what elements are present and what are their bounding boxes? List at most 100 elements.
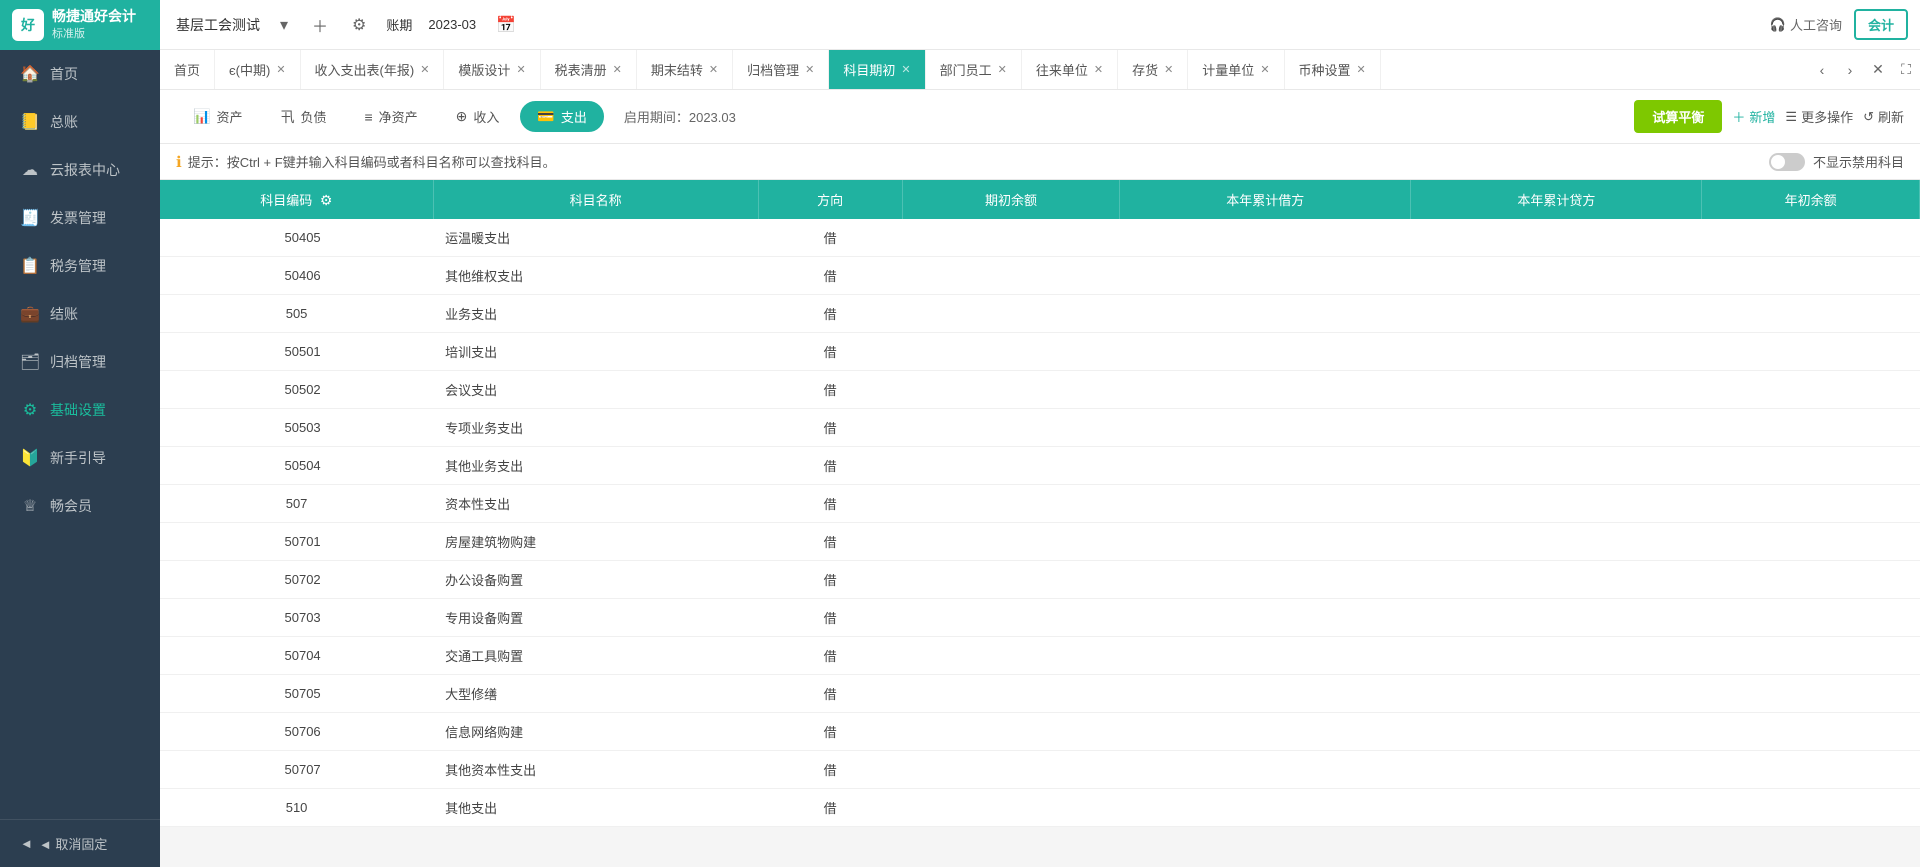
sidebar-item-home[interactable]: 🏠 首页 — [0, 50, 160, 98]
tab-inventory[interactable]: 存货 ✕ — [1118, 50, 1188, 90]
table-row[interactable]: 50706信息网络购建借 — [160, 713, 1920, 751]
sub-tab-liability-label: 负债 — [300, 107, 326, 126]
cell-ytd-debit — [1120, 219, 1411, 257]
tab-template[interactable]: 模版设计 ✕ — [444, 50, 540, 90]
table-row[interactable]: 50707其他资本性支出借 — [160, 751, 1920, 789]
company-dropdown-btn[interactable]: ▾ — [276, 11, 292, 39]
cell-code: 50705 — [160, 675, 433, 713]
tab-maximize-btn[interactable]: ⛶ — [1892, 50, 1920, 90]
settings-icon-btn[interactable]: ⚙ — [348, 11, 370, 39]
refresh-btn[interactable]: ↺ 刷新 — [1863, 107, 1904, 126]
sidebar-item-guide[interactable]: 🔰 新手引导 — [0, 434, 160, 482]
cell-ytd-credit — [1411, 447, 1702, 485]
tab-archive-mgmt-close[interactable]: ✕ — [805, 63, 814, 76]
tab-unit-close[interactable]: ✕ — [1260, 63, 1269, 76]
table-row[interactable]: 50702办公设备购置借 — [160, 561, 1920, 599]
table-row[interactable]: 50405运温暖支出借 — [160, 219, 1920, 257]
tab-close-all-btn[interactable]: ✕ — [1864, 50, 1892, 90]
cell-ytd-debit — [1120, 789, 1411, 827]
notice-bar: ℹ 提示：按Ctrl + F键并输入科目编码或者科目名称可以查找科目。 不显示禁… — [160, 144, 1920, 180]
cell-year-opening — [1702, 789, 1920, 827]
sub-tab-asset[interactable]: 📊 资产 — [176, 101, 259, 132]
table-container[interactable]: 科目编码 ⚙ 科目名称 方向 期初余额 本年累计借方 本年累计贷方 年初余额 5… — [160, 180, 1920, 867]
sub-tab-expense[interactable]: 💳 支出 — [520, 101, 603, 132]
cell-direction: 借 — [758, 257, 902, 295]
table-row[interactable]: 50502会议支出借 — [160, 371, 1920, 409]
tab-dept-close[interactable]: ✕ — [998, 63, 1007, 76]
sidebar-item-invoice[interactable]: 🧾 发票管理 — [0, 194, 160, 242]
add-btn[interactable]: ＋ 新增 — [1732, 107, 1775, 126]
cell-name: 专用设备购置 — [433, 599, 758, 637]
table-row[interactable]: 50406其他维权支出借 — [160, 257, 1920, 295]
sidebar-item-cloud-report[interactable]: ☁ 云报表中心 — [0, 146, 160, 194]
tab-inventory-close[interactable]: ✕ — [1164, 63, 1173, 76]
sidebar-item-ledger[interactable]: 📒 总账 — [0, 98, 160, 146]
table-row[interactable]: 50503专项业务支出借 — [160, 409, 1920, 447]
table-row[interactable]: 50504其他业务支出借 — [160, 447, 1920, 485]
tab-tax[interactable]: 税表清册 ✕ — [541, 50, 637, 90]
sidebar-item-archive[interactable]: 🗂 归档管理 — [0, 338, 160, 386]
sub-tab-liability[interactable]: 卂 负债 — [263, 101, 343, 133]
cell-ytd-credit — [1411, 257, 1702, 295]
cell-opening-balance — [902, 789, 1120, 827]
col-gear-icon[interactable]: ⚙ — [320, 192, 333, 208]
cell-opening-balance — [902, 637, 1120, 675]
tab-income-close[interactable]: ✕ — [420, 63, 429, 76]
tab-template-close[interactable]: ✕ — [516, 63, 525, 76]
cell-name: 房屋建筑物购建 — [433, 523, 758, 561]
tab-unit[interactable]: 计量单位 ✕ — [1188, 50, 1284, 90]
cell-ytd-credit — [1411, 561, 1702, 599]
tab-prev-btn[interactable]: ‹ — [1808, 50, 1836, 90]
customer-service-label: 人工咨询 — [1790, 15, 1842, 34]
table-row[interactable]: 50501培训支出借 — [160, 333, 1920, 371]
tab-subject-period[interactable]: 科目期初 ✕ — [829, 50, 925, 90]
sub-tab-net-asset[interactable]: ≡ 净资产 — [347, 101, 434, 132]
tab-contacts[interactable]: 往来单位 ✕ — [1022, 50, 1118, 90]
sidebar-item-member[interactable]: ♕ 畅会员 — [0, 482, 160, 530]
toggle-label: 不显示禁用科目 — [1813, 152, 1904, 171]
tab-currency[interactable]: 币种设置 ✕ — [1285, 50, 1381, 90]
table-row[interactable]: 50705大型修缮借 — [160, 675, 1920, 713]
account-btn[interactable]: 会计 — [1854, 9, 1908, 40]
tab-dept[interactable]: 部门员工 ✕ — [926, 50, 1022, 90]
sidebar-item-settings[interactable]: ⚙ 基础设置 — [0, 386, 160, 434]
table-row[interactable]: 507资本性支出借 — [160, 485, 1920, 523]
cell-opening-balance — [902, 409, 1120, 447]
table-row[interactable]: 510其他支出借 — [160, 789, 1920, 827]
cell-name: 资本性支出 — [433, 485, 758, 523]
tab-home[interactable]: 首页 — [160, 50, 215, 90]
cell-ytd-debit — [1120, 561, 1411, 599]
period-label: 账期 — [386, 15, 412, 34]
table-row[interactable]: 50703专用设备购置借 — [160, 599, 1920, 637]
add-tab-btn[interactable]: ＋ — [308, 9, 332, 41]
cell-ytd-credit — [1411, 485, 1702, 523]
table-row[interactable]: 50701房屋建筑物购建借 — [160, 523, 1920, 561]
tab-next-btn[interactable]: › — [1836, 50, 1864, 90]
tab-archive-mgmt[interactable]: 归档管理 ✕ — [733, 50, 829, 90]
balance-btn[interactable]: 试算平衡 — [1634, 100, 1722, 133]
tab-mid-close[interactable]: ✕ — [276, 63, 285, 76]
tab-currency-close[interactable]: ✕ — [1357, 63, 1366, 76]
more-btn[interactable]: ☰ 更多操作 — [1785, 107, 1853, 126]
tab-tax-close[interactable]: ✕ — [613, 63, 622, 76]
cell-opening-balance — [902, 713, 1120, 751]
tab-income[interactable]: 收入支出表(年报) ✕ — [301, 50, 445, 90]
tab-contacts-close[interactable]: ✕ — [1094, 63, 1103, 76]
toolbar-right: 试算平衡 ＋ 新增 ☰ 更多操作 ↺ 刷新 — [1634, 100, 1904, 133]
tab-mid[interactable]: є(中期) ✕ — [215, 50, 301, 90]
tab-period-end-close[interactable]: ✕ — [709, 63, 718, 76]
calendar-icon-btn[interactable]: 📅 — [492, 11, 520, 39]
cell-code: 50501 — [160, 333, 433, 371]
table-row[interactable]: 505业务支出借 — [160, 295, 1920, 333]
table-row[interactable]: 50704交通工具购置借 — [160, 637, 1920, 675]
tab-period-end[interactable]: 期末结转 ✕ — [637, 50, 733, 90]
col-opening-balance: 期初余额 — [902, 180, 1120, 219]
disable-toggle[interactable] — [1769, 153, 1805, 171]
sidebar-item-checkout[interactable]: 💼 结账 — [0, 290, 160, 338]
sidebar-item-tax[interactable]: 📋 税务管理 — [0, 242, 160, 290]
customer-service-btn[interactable]: 🎧 人工咨询 — [1770, 15, 1842, 34]
tab-subject-period-close[interactable]: ✕ — [901, 63, 910, 76]
cell-year-opening — [1702, 599, 1920, 637]
sub-tab-income[interactable]: ⊕ 收入 — [439, 101, 517, 132]
sidebar-collapse-btn[interactable]: ◄ ◄ 取消固定 — [0, 819, 160, 867]
